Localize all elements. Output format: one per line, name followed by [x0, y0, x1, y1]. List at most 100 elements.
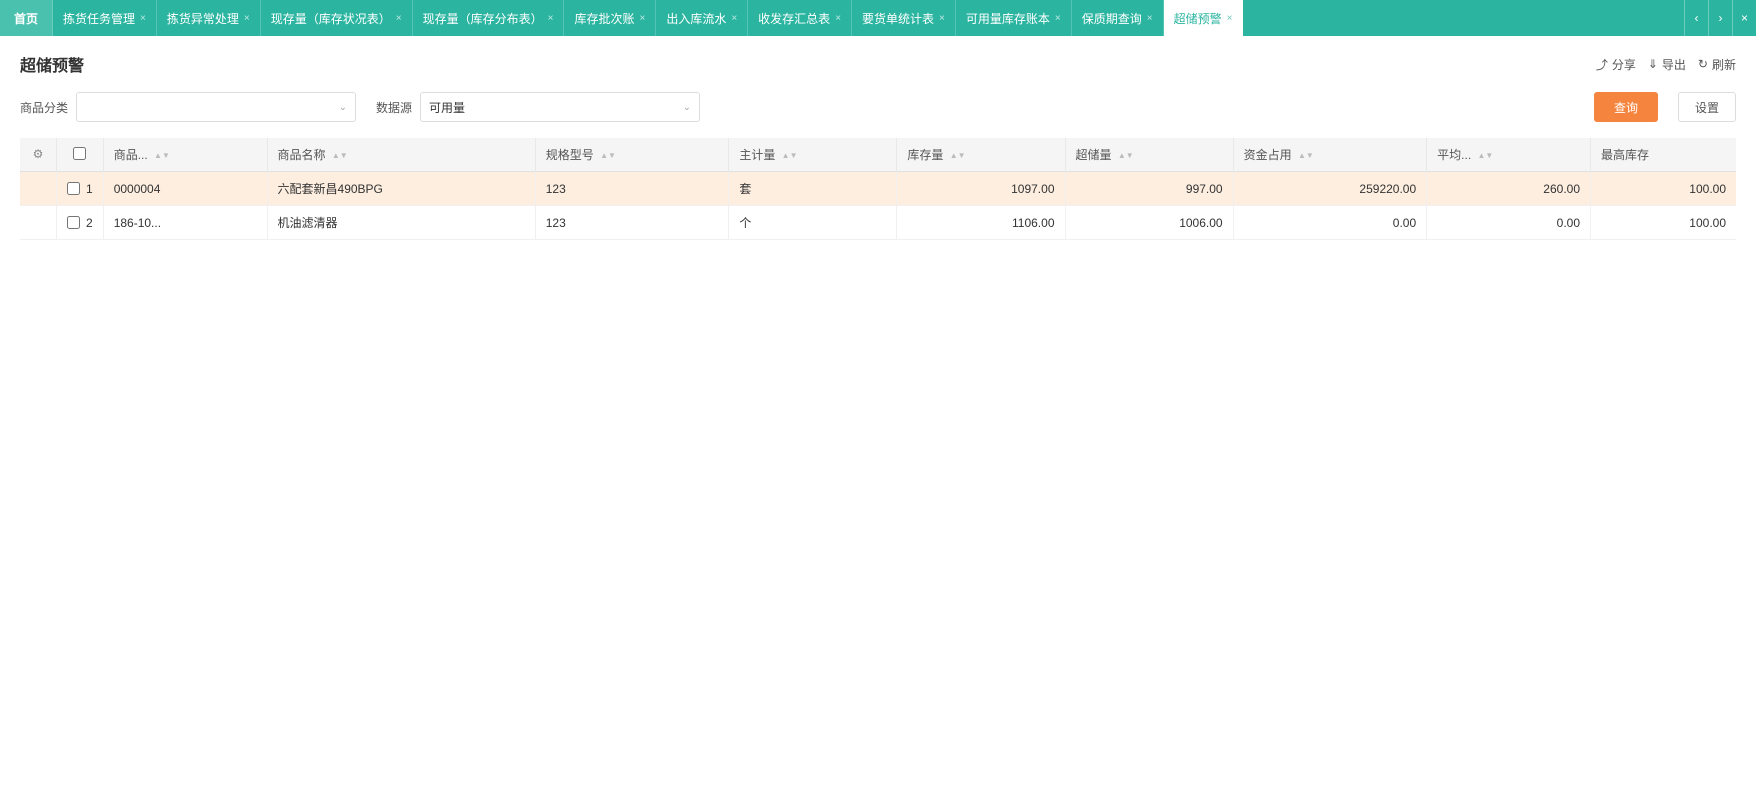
th-overstock-label: 超储量 — [1076, 148, 1112, 162]
nav-tab-close-4[interactable]: × — [639, 13, 645, 24]
nav-tab-close-9[interactable]: × — [1147, 13, 1153, 24]
nav-tab-10[interactable]: 超储预警 × — [1164, 0, 1244, 36]
nav-tab-close-2[interactable]: × — [396, 13, 402, 24]
nav-tab-label-2: 现存量（库存状况表） — [271, 10, 391, 27]
page-title: 超储预警 — [20, 52, 84, 76]
query-button[interactable]: 查询 — [1594, 92, 1658, 122]
nav-tab-label-4: 库存批次账 — [574, 10, 634, 27]
share-label: 分享 — [1612, 56, 1636, 73]
select-all-checkbox[interactable] — [73, 147, 86, 160]
nav-tab-label-0: 拣货任务管理 — [63, 10, 135, 27]
nav-tab-label-7: 要货单统计表 — [862, 10, 934, 27]
nav-tab-close-10[interactable]: × — [1227, 13, 1233, 24]
datasource-value: 可用量 — [429, 99, 465, 116]
td-capital-1: 0.00 — [1233, 206, 1427, 240]
td-settings-0 — [20, 172, 57, 206]
th-avg-label: 平均... — [1437, 148, 1471, 162]
sort-icon-product-name: ▲▼ — [332, 152, 348, 160]
nav-next-arrow[interactable]: › — [1708, 0, 1732, 36]
nav-tab-close-6[interactable]: × — [835, 13, 841, 24]
nav-tab-close-0[interactable]: × — [140, 13, 146, 24]
datasource-select[interactable]: 可用量 ⌄ — [420, 92, 700, 122]
nav-tab-8[interactable]: 可用量库存账本 × — [956, 0, 1072, 36]
th-spec[interactable]: 规格型号 ▲▼ — [535, 138, 729, 172]
export-icon: ⇓ — [1648, 57, 1658, 71]
nav-tab-label-9: 保质期查询 — [1082, 10, 1142, 27]
td-product-name-0: 六配套新昌490BPG — [267, 172, 535, 206]
th-capital[interactable]: 资金占用 ▲▼ — [1233, 138, 1427, 172]
data-table: ⚙ 商品... ▲▼ 商品名称 ▲▼ 规格型号 ▲▼ 主计 — [20, 138, 1736, 240]
th-checkbox[interactable] — [57, 138, 104, 172]
category-select[interactable]: ⌄ — [76, 92, 356, 122]
nav-tab-2[interactable]: 现存量（库存状况表） × — [261, 0, 413, 36]
nav-tab-close-8[interactable]: × — [1055, 13, 1061, 24]
th-unit[interactable]: 主计量 ▲▼ — [729, 138, 897, 172]
th-settings[interactable]: ⚙ — [20, 138, 57, 172]
nav-home[interactable]: 首页 — [0, 0, 53, 36]
category-filter: 商品分类 ⌄ — [20, 92, 356, 122]
share-action[interactable]: ⤴ 分享 — [1596, 56, 1636, 73]
td-overstock-1: 1006.00 — [1065, 206, 1233, 240]
export-action[interactable]: ⇓ 导出 — [1648, 56, 1686, 73]
th-overstock[interactable]: 超储量 ▲▼ — [1065, 138, 1233, 172]
settings-button[interactable]: 设置 — [1678, 92, 1736, 122]
page-title-row: 超储预警 ⤴ 分享 ⇓ 导出 ↻ 刷新 — [20, 52, 1736, 76]
th-unit-label: 主计量 — [739, 148, 775, 162]
td-product-code-0: 0000004 — [103, 172, 267, 206]
table-header-row: ⚙ 商品... ▲▼ 商品名称 ▲▼ 规格型号 ▲▼ 主计 — [20, 138, 1736, 172]
nav-tab-6[interactable]: 收发存汇总表× — [748, 0, 852, 36]
nav-tab-close-5[interactable]: × — [731, 13, 737, 24]
nav-close-arrow[interactable]: × — [1732, 0, 1756, 36]
table-row: 1 0000004 六配套新昌490BPG 123 套 1097.00 997.… — [20, 172, 1736, 206]
sort-icon-capital: ▲▼ — [1298, 152, 1314, 160]
th-stock[interactable]: 库存量 ▲▼ — [897, 138, 1065, 172]
refresh-action[interactable]: ↻ 刷新 — [1698, 56, 1736, 73]
category-arrow-icon: ⌄ — [339, 102, 347, 113]
nav-tab-9[interactable]: 保质期查询 × — [1072, 0, 1164, 36]
td-spec-0: 123 — [535, 172, 729, 206]
row-num-1: 2 — [86, 216, 93, 230]
nav-tab-close-7[interactable]: × — [939, 13, 945, 24]
th-avg[interactable]: 平均... ▲▼ — [1427, 138, 1591, 172]
th-product-name[interactable]: 商品名称 ▲▼ — [267, 138, 535, 172]
nav-tab-label-3: 现存量（库存分布表） — [423, 10, 543, 27]
th-product-code[interactable]: 商品... ▲▼ — [103, 138, 267, 172]
td-max-stock-1: 100.00 — [1591, 206, 1737, 240]
nav-tab-label-5: 出入库流水 — [666, 10, 726, 27]
nav-arrows: ‹ › × — [1684, 0, 1756, 36]
td-num-0: 1 — [57, 172, 104, 206]
td-num-1: 2 — [57, 206, 104, 240]
nav-tab-label-10: 超储预警 — [1174, 10, 1222, 27]
sort-icon-stock: ▲▼ — [950, 152, 966, 160]
td-avg-0: 260.00 — [1427, 172, 1591, 206]
nav-tab-4[interactable]: 库存批次账 × — [564, 0, 656, 36]
page-actions: ⤴ 分享 ⇓ 导出 ↻ 刷新 — [1596, 56, 1736, 73]
nav-tab-label-8: 可用量库存账本 — [966, 10, 1050, 27]
nav-tab-5[interactable]: 出入库流水 × — [656, 0, 748, 36]
td-settings-1 — [20, 206, 57, 240]
row-checkbox-1[interactable] — [67, 216, 80, 229]
nav-tab-3[interactable]: 现存量（库存分布表） × — [413, 0, 565, 36]
refresh-label: 刷新 — [1712, 56, 1736, 73]
nav-tab-close-1[interactable]: × — [244, 13, 250, 24]
td-capital-0: 259220.00 — [1233, 172, 1427, 206]
td-avg-1: 0.00 — [1427, 206, 1591, 240]
nav-prev-arrow[interactable]: ‹ — [1684, 0, 1708, 36]
td-unit-1: 个 — [729, 206, 897, 240]
td-unit-0: 套 — [729, 172, 897, 206]
td-spec-1: 123 — [535, 206, 729, 240]
nav-tab-7[interactable]: 要货单统计表 × — [852, 0, 956, 36]
nav-tab-close-3[interactable]: × — [548, 13, 554, 24]
datasource-label: 数据源 — [376, 99, 412, 116]
refresh-icon: ↻ — [1698, 57, 1708, 71]
th-max-stock[interactable]: 最高库存 — [1591, 138, 1737, 172]
th-product-code-label: 商品... — [114, 148, 148, 162]
th-spec-label: 规格型号 — [546, 148, 594, 162]
sort-icon-product-code: ▲▼ — [154, 152, 170, 160]
row-checkbox-0[interactable] — [67, 182, 80, 195]
nav-tab-1[interactable]: 拣货异常处理× — [157, 0, 261, 36]
row-num-0: 1 — [86, 182, 93, 196]
page-content: 超储预警 ⤴ 分享 ⇓ 导出 ↻ 刷新 商品分类 ⌄ 数据源 — [0, 36, 1756, 256]
nav-tab-0[interactable]: 拣货任务管理 × — [53, 0, 157, 36]
sort-icon-overstock: ▲▼ — [1118, 152, 1134, 160]
